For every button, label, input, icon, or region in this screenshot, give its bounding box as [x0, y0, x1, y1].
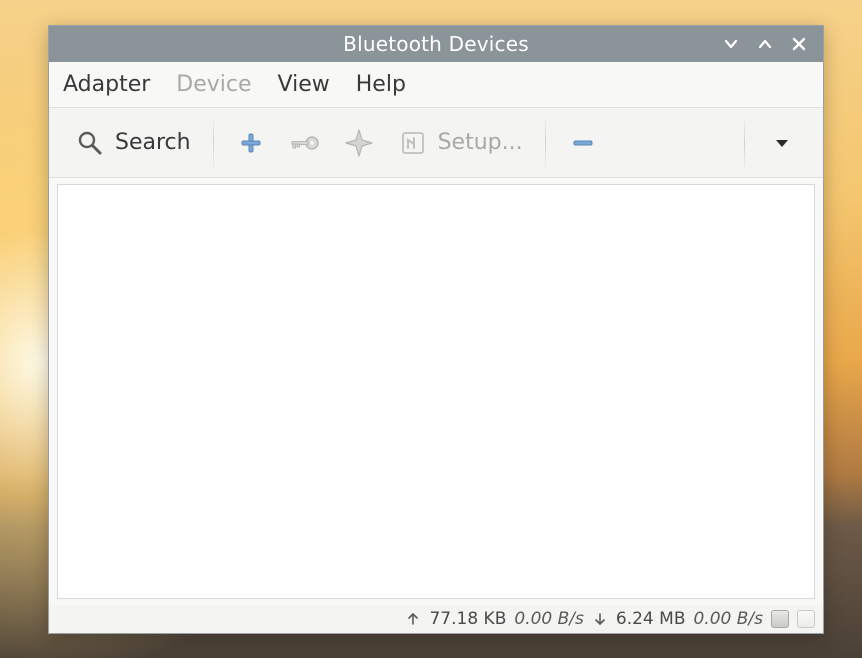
setup-label: Setup... [438, 130, 523, 155]
menu-device[interactable]: Device [176, 72, 251, 97]
upload-icon [405, 611, 421, 627]
remove-button[interactable] [556, 122, 610, 164]
setup-button[interactable]: Setup... [386, 122, 535, 164]
chevron-down-icon [724, 37, 738, 51]
statusbar: 77.18 KB 0.00 B/s 6.24 MB 0.00 B/s [49, 605, 823, 633]
plus-icon [236, 128, 266, 158]
trust-button[interactable] [332, 122, 386, 164]
menu-view[interactable]: View [278, 72, 330, 97]
add-button[interactable] [224, 122, 278, 164]
search-icon [75, 128, 105, 158]
chevron-up-icon [758, 37, 772, 51]
search-button[interactable]: Search [63, 122, 203, 164]
window-controls [721, 26, 817, 62]
minus-icon [568, 128, 598, 158]
toolbar-separator [545, 115, 546, 171]
close-icon [792, 37, 806, 51]
download-icon [592, 611, 608, 627]
pair-button[interactable] [278, 122, 332, 164]
toolbar-separator [744, 115, 745, 171]
menu-adapter[interactable]: Adapter [63, 72, 150, 97]
status-indicator-1[interactable] [771, 610, 789, 628]
download-total: 6.24 MB [616, 609, 686, 629]
close-button[interactable] [789, 34, 809, 54]
toolbar: Search [49, 108, 823, 178]
setup-icon [398, 128, 428, 158]
status-indicator-2[interactable] [797, 610, 815, 628]
maximize-button[interactable] [755, 34, 775, 54]
upload-rate: 0.00 B/s [514, 609, 584, 629]
key-icon [290, 128, 320, 158]
minimize-button[interactable] [721, 34, 741, 54]
menu-help[interactable]: Help [356, 72, 406, 97]
device-list[interactable] [57, 184, 815, 599]
search-label: Search [115, 130, 191, 155]
window-title: Bluetooth Devices [49, 32, 823, 56]
toolbar-overflow-button[interactable] [755, 122, 809, 164]
upload-total: 77.18 KB [429, 609, 506, 629]
menubar: Adapter Device View Help [49, 62, 823, 108]
star-icon [344, 128, 374, 158]
toolbar-separator [213, 115, 214, 171]
download-rate: 0.00 B/s [693, 609, 763, 629]
titlebar: Bluetooth Devices [49, 26, 823, 62]
dropdown-icon [767, 128, 797, 158]
bluetooth-devices-window: Bluetooth Devices Adapter Device [48, 25, 824, 634]
